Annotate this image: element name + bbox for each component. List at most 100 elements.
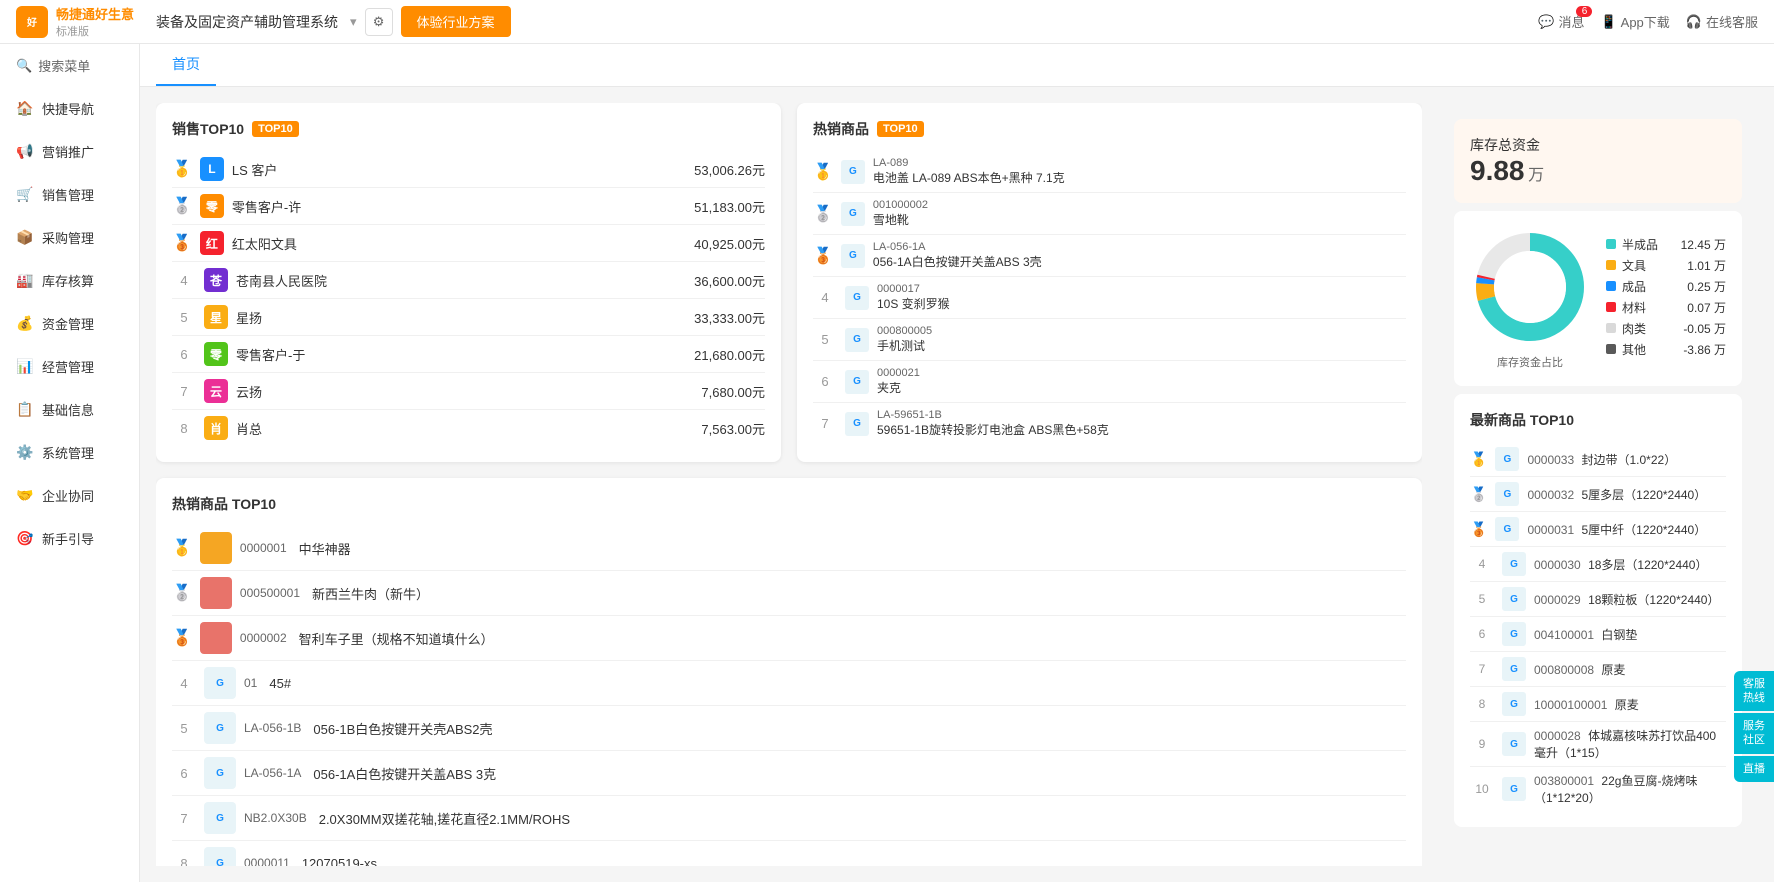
content-main: 销售TOP10 TOP10 🥇 L LS 客户 53,006.26元 🥈 零 零… (140, 87, 1774, 882)
product-code: LA-089 (873, 157, 1406, 169)
hot-product-right-row: 🥈 G 001000002 雪地靴 (813, 193, 1406, 235)
new-product-info: 000800008 原麦 (1534, 661, 1726, 678)
tab-home[interactable]: 首页 (156, 44, 216, 86)
hot-product-row: 8 G 0000011 12070519-xs (172, 841, 1406, 866)
product-code: 0000001 (240, 541, 287, 555)
new-product-name: 白钢垫 (1601, 628, 1637, 642)
product-info: 0000021 夹克 (877, 367, 1406, 396)
direct-service-float-button[interactable]: 直播 (1734, 756, 1774, 782)
customer-amount: 36,600.00元 (694, 271, 765, 290)
customer-avatar: 肖 (204, 416, 228, 440)
hot-products-right-card: 热销商品 TOP10 🥇 G LA-089 电池盖 LA-089 ABS本色+黑… (797, 103, 1422, 462)
chart-card: 库存资金占比 半成品 12.45 万 文具 1.01 万 成品 0.25 万 材… (1454, 211, 1742, 386)
sidebar-icon-cooperation: 🤝 (16, 487, 34, 505)
rank-number: 6 (172, 347, 196, 362)
logo-area: 好 畅捷通好生意 标准版 (16, 4, 156, 39)
product-thumbnail: G (841, 202, 865, 226)
sidebar-item-finance[interactable]: 💰 资金管理 (0, 302, 139, 345)
new-product-thumbnail: G (1502, 732, 1526, 756)
customer-avatar: 零 (204, 342, 228, 366)
product-code: 0000011 (244, 856, 290, 866)
customer-amount: 40,925.00元 (694, 234, 765, 253)
product-image (200, 532, 232, 564)
chart-container: 库存资金占比 半成品 12.45 万 文具 1.01 万 成品 0.25 万 材… (1470, 227, 1726, 370)
product-name: 45# (269, 676, 291, 691)
new-product-row: 8 G 10000100001 原麦 (1470, 687, 1726, 722)
settings-gear-button[interactable]: ⚙ (365, 8, 393, 36)
app-download-button[interactable]: 📱 App下载 (1600, 12, 1669, 31)
new-products-title: 最新商品 TOP10 (1470, 410, 1726, 430)
product-thumbnail: G (841, 244, 865, 268)
service-community-float-button[interactable]: 服务社区 (1734, 713, 1774, 754)
sidebar-item-quick-nav[interactable]: 🏠 快捷导航 (0, 87, 139, 130)
sidebar-icon-marketing: 📢 (16, 143, 34, 161)
sidebar-label-cooperation: 企业协同 (42, 486, 94, 505)
legend-name: 成品 (1622, 278, 1681, 295)
sidebar-item-cooperation[interactable]: 🤝 企业协同 (0, 474, 139, 517)
customer-rank-row: 🥉 红 红太阳文具 40,925.00元 (172, 225, 765, 262)
hot-products-card: 热销商品 TOP10 🥇 0000001 中华神器 🥈 000500001 新西… (156, 478, 1422, 866)
medal-bronze-icon: 🥉 (813, 246, 833, 266)
sidebar-item-purchase[interactable]: 📦 采购管理 (0, 216, 139, 259)
sidebar-icon-finance: 💰 (16, 315, 34, 333)
sidebar-item-marketing[interactable]: 📢 营销推广 (0, 130, 139, 173)
inventory-label: 库存总资金 (1470, 135, 1540, 155)
legend-dot (1606, 302, 1616, 312)
product-thumbnail: G (841, 160, 865, 184)
product-info: LA-089 电池盖 LA-089 ABS本色+黑种 7.1克 (873, 157, 1406, 186)
sidebar-item-basics[interactable]: 📋 基础信息 (0, 388, 139, 431)
sidebar-item-sales[interactable]: 🛒 销售管理 (0, 173, 139, 216)
product-image-placeholder: G (204, 802, 236, 834)
hot-product-row: 🥇 0000001 中华神器 (172, 526, 1406, 571)
legend-item: 成品 0.25 万 (1606, 278, 1726, 295)
inventory-title: 库存总资金 (1470, 135, 1726, 155)
search-menu-item[interactable]: 🔍 搜索菜单 (0, 44, 139, 87)
medal-gold-icon: 🥇 (1470, 451, 1487, 468)
sidebar-item-system[interactable]: ⚙️ 系统管理 (0, 431, 139, 474)
product-name: 新西兰牛肉（新牛） (312, 584, 429, 603)
hot-product-right-row: 🥉 G LA-056-1A 056-1A白色按键开关盖ABS 3壳 (813, 235, 1406, 277)
sidebar-item-operations[interactable]: 📊 经营管理 (0, 345, 139, 388)
legend-value: 0.25 万 (1687, 278, 1726, 295)
top-bar: 好 畅捷通好生意 标准版 装备及固定资产辅助管理系统 ▾ ⚙ 体验行业方案 💬 … (0, 0, 1774, 44)
message-icon: 💬 (1538, 14, 1554, 30)
legend-value: -0.05 万 (1683, 320, 1726, 337)
sidebar-icon-sales: 🛒 (16, 186, 34, 204)
message-button[interactable]: 💬 消息 6 (1538, 12, 1584, 31)
customer-name: 云扬 (236, 382, 693, 401)
customer-rank-row: 4 苍 苍南县人民医院 36,600.00元 (172, 262, 765, 299)
hot-product-right-row: 4 G 0000017 10S 变刹罗猴 (813, 277, 1406, 319)
customer-amount: 7,563.00元 (701, 419, 765, 438)
sidebar-label-finance: 资金管理 (42, 314, 94, 333)
sidebar-label-inventory: 库存核算 (42, 271, 94, 290)
new-products-label: 最新商品 TOP10 (1470, 410, 1574, 430)
medal-gold-icon: 🥇 (172, 159, 192, 179)
search-icon: 🔍 (16, 58, 32, 74)
hot-product-row: 6 G LA-056-1A 056-1A白色按键开关盖ABS 3克 (172, 751, 1406, 796)
customer-amount: 21,680.00元 (694, 345, 765, 364)
rank-number: 8 (172, 856, 196, 867)
trial-plan-button[interactable]: 体验行业方案 (401, 6, 511, 37)
selector-dropdown-icon[interactable]: ▾ (350, 14, 357, 30)
customer-name: LS 客户 (232, 160, 686, 179)
new-product-code: 004100001 (1534, 628, 1594, 642)
product-thumbnail: G (845, 412, 869, 436)
sidebar-label-operations: 经营管理 (42, 357, 94, 376)
content-area: 首页 销售TOP10 TOP10 🥇 L L (140, 44, 1774, 882)
hot-products-right-list: 🥇 G LA-089 电池盖 LA-089 ABS本色+黑种 7.1克 🥈 G … (813, 151, 1406, 444)
new-product-row: 7 G 000800008 原麦 (1470, 652, 1726, 687)
new-product-info: 0000028 体城嘉核味苏打饮品400毫升（1*15） (1534, 727, 1726, 761)
product-name: 59651-1B旋转投影灯电池盒 ABS黑色+58克 (877, 421, 1406, 438)
product-name: 手机测试 (877, 337, 1406, 354)
sidebar-item-inventory[interactable]: 🏭 库存核算 (0, 259, 139, 302)
inventory-amount: 9.88 (1470, 155, 1525, 186)
legend-item: 肉类 -0.05 万 (1606, 320, 1726, 337)
sidebar-item-guide[interactable]: 🎯 新手引导 (0, 517, 139, 560)
customer-avatar: 零 (200, 194, 224, 218)
customer-service-float-button[interactable]: 客服热线 (1734, 671, 1774, 712)
new-product-name: 18颗粒板（1220*2440） (1588, 593, 1719, 607)
new-product-code: 0000030 (1534, 558, 1581, 572)
online-service-button[interactable]: 🎧 在线客服 (1686, 12, 1758, 31)
rank-number: 4 (172, 273, 196, 288)
customer-avatar: 星 (204, 305, 228, 329)
